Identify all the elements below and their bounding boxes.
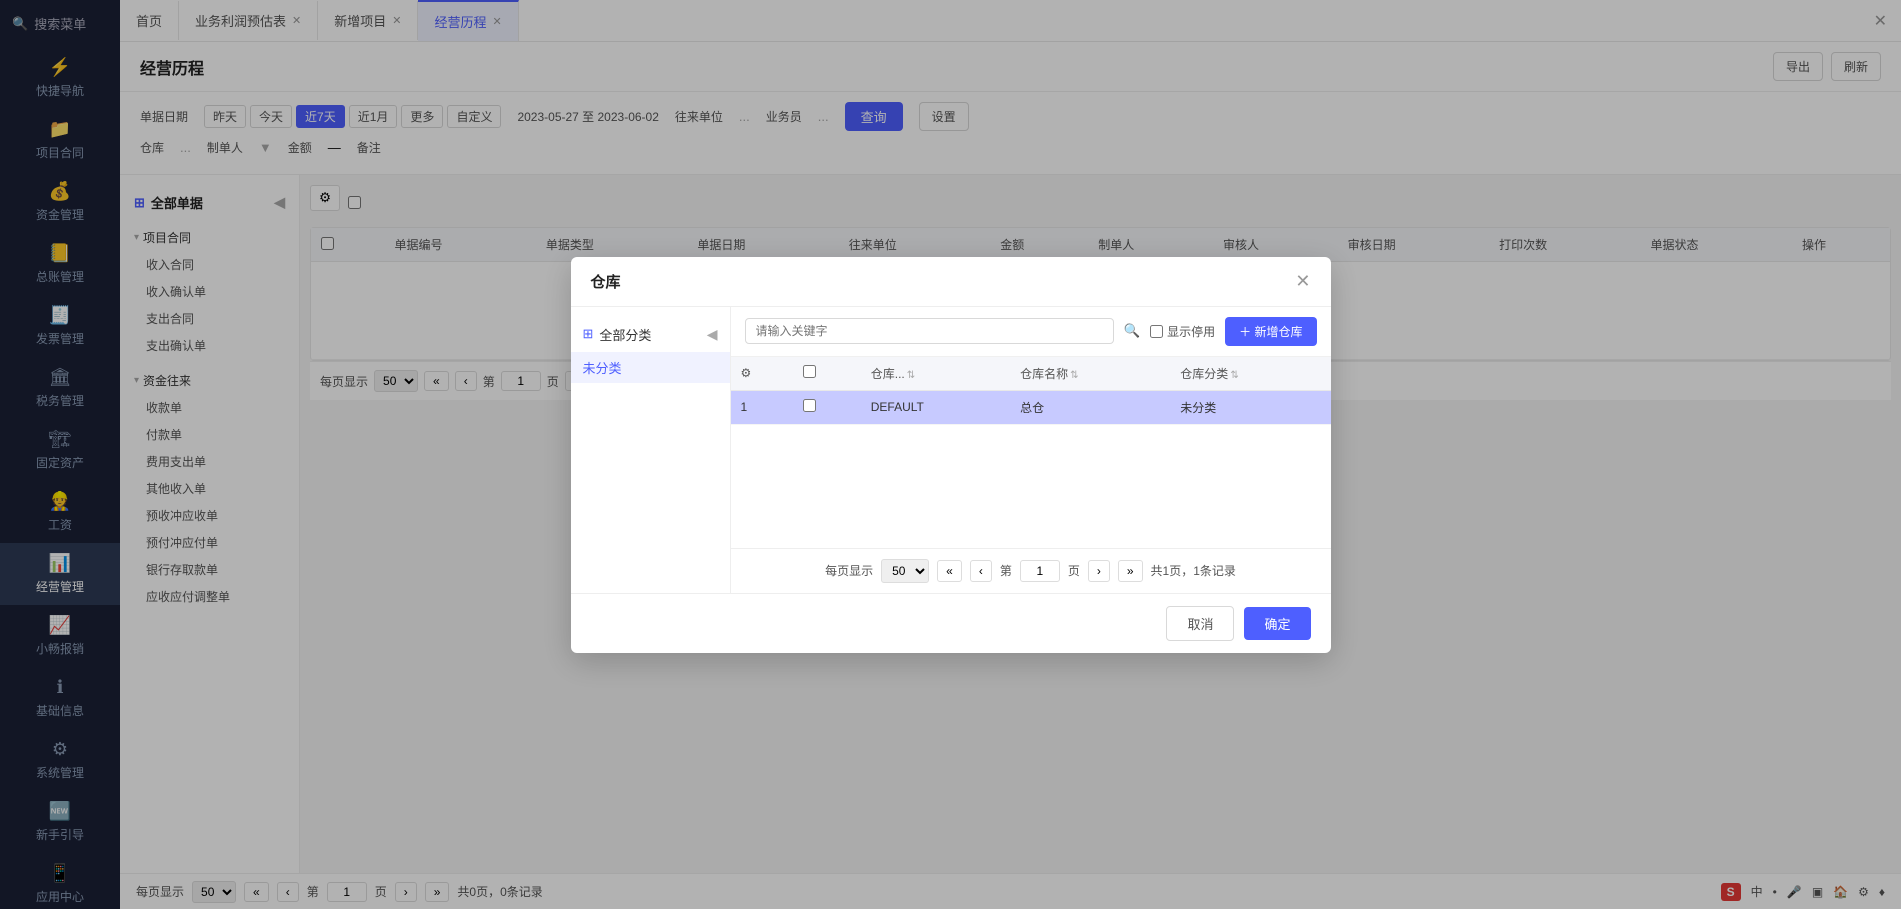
modal-search-input[interactable] (745, 318, 1114, 344)
confirm-button[interactable]: 确定 (1244, 607, 1310, 640)
modal-close-icon[interactable]: ✕ (1295, 271, 1310, 292)
row-name: 总仓 (1010, 390, 1170, 424)
row-checkbox[interactable] (793, 390, 860, 424)
modal-select-all[interactable] (803, 365, 816, 378)
modal-table: ⚙ 仓库...⇅ 仓库名称⇅ 仓库分类⇅ 1 DEFAULT (731, 357, 1331, 425)
modal-page-first-btn[interactable]: « (937, 560, 962, 582)
table-row[interactable]: 1 DEFAULT 总仓 未分类 (731, 390, 1331, 424)
modal-toolbar: 🔍 显示停用 ＋ 新增仓库 (731, 307, 1331, 357)
tree-unclassified-label: 未分类 (583, 361, 622, 376)
modal-per-page-label: 每页显示 (825, 562, 873, 579)
modal-table-wrapper: ⚙ 仓库...⇅ 仓库名称⇅ 仓库分类⇅ 1 DEFAULT (731, 357, 1331, 548)
cancel-button[interactable]: 取消 (1166, 606, 1234, 641)
row-code: DEFAULT (861, 390, 1010, 424)
modal-overlay: 仓库 ✕ ⊞ 全部分类 ◀ 未分类 🔍 (0, 0, 1901, 909)
tree-all-label: 全部分类 (599, 325, 651, 344)
row-select-checkbox[interactable] (803, 399, 816, 412)
tree-unclassified-item[interactable]: 未分类 (571, 352, 730, 383)
modal-table-header: ⚙ 仓库...⇅ 仓库名称⇅ 仓库分类⇅ (731, 357, 1331, 391)
col-warehouse-code: 仓库...⇅ (861, 357, 1010, 391)
modal-total: 共1页，1条记录 (1151, 562, 1236, 579)
tree-scroll-area (571, 383, 730, 583)
modal-tree: ⊞ 全部分类 ◀ 未分类 (571, 307, 731, 593)
modal-body: ⊞ 全部分类 ◀ 未分类 🔍 显示停用 (571, 307, 1331, 593)
tree-collapse-icon[interactable]: ◀ (707, 326, 718, 343)
modal-right: 🔍 显示停用 ＋ 新增仓库 ⚙ 仓库...⇅ (731, 307, 1331, 593)
modal-footer: 取消 确定 (571, 593, 1331, 653)
modal-page-prev-btn[interactable]: ‹ (970, 560, 992, 582)
modal-header: 仓库 ✕ (571, 257, 1331, 307)
modal-page-size-select[interactable]: 50 (881, 559, 929, 583)
modal-page-label: 第 (1000, 562, 1012, 579)
col-warehouse-category: 仓库分类⇅ (1170, 357, 1330, 391)
row-category: 未分类 (1170, 390, 1330, 424)
col-select (793, 357, 860, 391)
modal-page-next-btn[interactable]: › (1088, 560, 1110, 582)
tree-grid-icon: ⊞ (583, 326, 594, 342)
add-warehouse-button[interactable]: ＋ 新增仓库 (1225, 317, 1316, 346)
col-warehouse-name: 仓库名称⇅ (1010, 357, 1170, 391)
show-disabled-text: 显示停用 (1167, 323, 1215, 340)
col-gear: ⚙ (731, 357, 794, 391)
show-disabled-label[interactable]: 显示停用 (1150, 323, 1215, 340)
modal-page-last-btn[interactable]: » (1118, 560, 1143, 582)
modal-page-num-input[interactable] (1020, 560, 1060, 582)
modal-pagination: 每页显示 50 « ‹ 第 页 › » 共1页，1条记录 (731, 548, 1331, 593)
modal-tree-all[interactable]: ⊞ 全部分类 ◀ (571, 317, 730, 352)
warehouse-modal: 仓库 ✕ ⊞ 全部分类 ◀ 未分类 🔍 (571, 257, 1331, 653)
modal-title: 仓库 (591, 271, 621, 292)
modal-search-icon-btn[interactable]: 🔍 (1124, 323, 1141, 339)
show-disabled-checkbox[interactable] (1150, 325, 1163, 338)
row-num: 1 (731, 390, 794, 424)
modal-page-unit: 页 (1068, 562, 1080, 579)
